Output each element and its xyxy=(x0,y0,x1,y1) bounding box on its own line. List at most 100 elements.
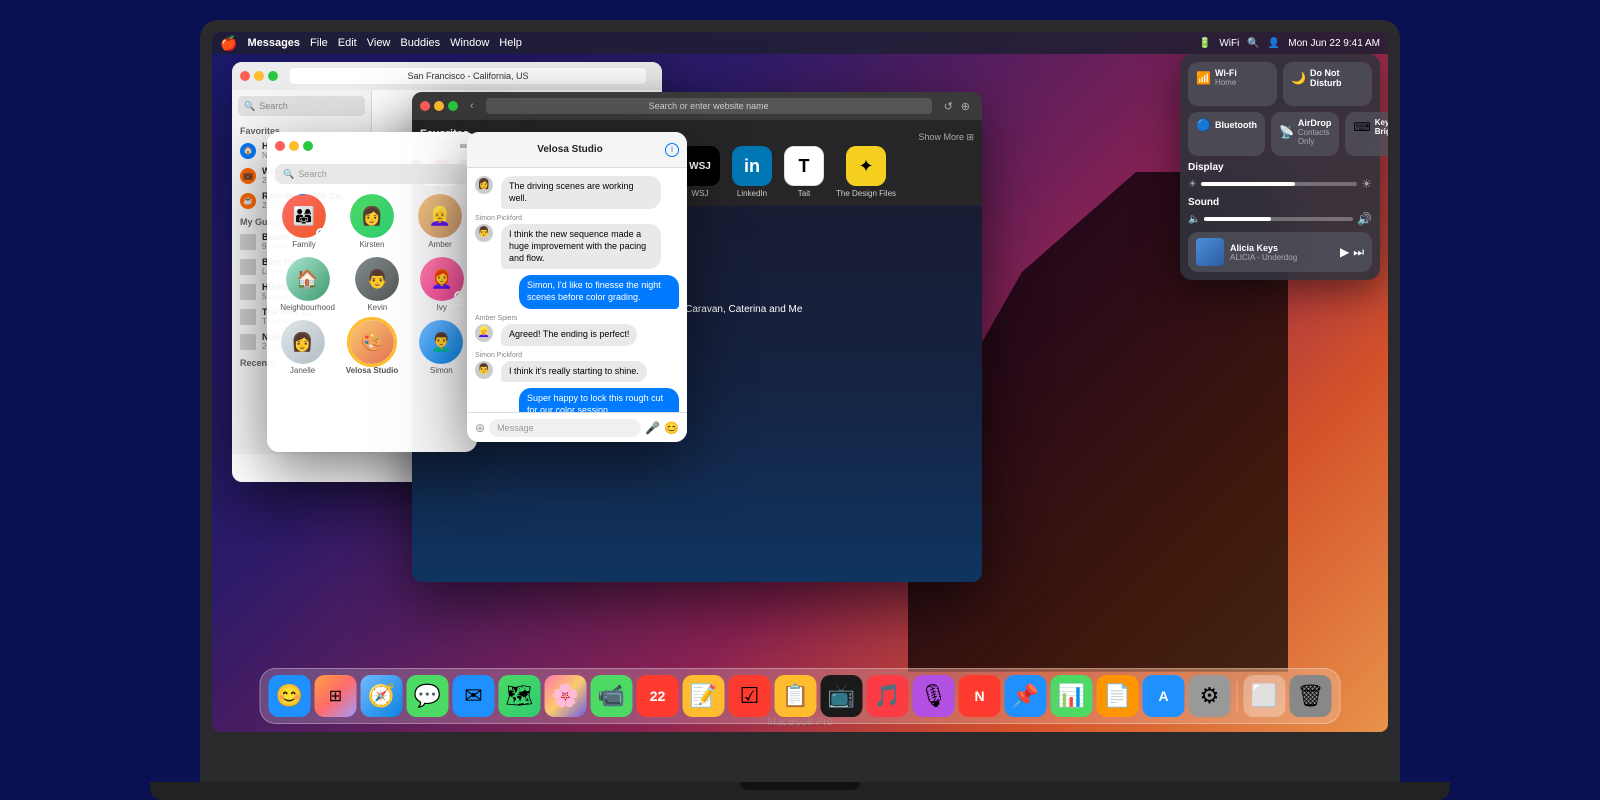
volume-high-icon: 🔊 xyxy=(1357,212,1372,226)
dock-music[interactable]: 🎵 xyxy=(867,675,909,717)
chat-message: Amber Spiers 👱‍♀️ Agreed! The ending is … xyxy=(475,315,679,346)
home-location-icon: 🏠 xyxy=(240,143,256,159)
dock-launchpad[interactable]: ⊞ xyxy=(315,675,357,717)
dock-notes[interactable]: 📋 xyxy=(775,675,817,717)
maps-search-input[interactable]: 🔍 Search xyxy=(238,96,365,116)
next-track-button[interactable]: ⏭ xyxy=(1353,245,1364,260)
sound-section-title: Sound xyxy=(1188,197,1372,208)
chat-info-button[interactable]: i xyxy=(665,143,679,157)
close-button[interactable] xyxy=(240,71,250,81)
dock-app-store[interactable]: A xyxy=(1143,675,1185,717)
dock-appletv[interactable]: 📺 xyxy=(821,675,863,717)
menu-bar: 🍎 Messages File Edit View Buddies Window… xyxy=(212,32,1388,54)
search-icon: 🔍 xyxy=(244,101,255,112)
fav-tait[interactable]: T Tait xyxy=(784,146,824,198)
dock-facetime[interactable]: 📹 xyxy=(591,675,633,717)
bluetooth-tile[interactable]: 🔵 Bluetooth xyxy=(1188,112,1265,156)
message-bubble: Simon, I'd like to finesse the night sce… xyxy=(519,275,679,308)
wifi-tile[interactable]: 📶 Wi-Fi Home xyxy=(1188,62,1277,106)
avatar-amber[interactable]: 👱‍♀️ Amber xyxy=(418,194,462,249)
minimize-button[interactable] xyxy=(254,71,264,81)
brightness-slider[interactable] xyxy=(1201,182,1357,186)
share-icon[interactable]: ⊕ xyxy=(961,100,970,113)
screen: 🍎 Messages File Edit View Buddies Window… xyxy=(212,32,1388,732)
dock-shortcuts[interactable]: 📌 xyxy=(1005,675,1047,717)
dock-photos[interactable]: 🌸 xyxy=(545,675,587,717)
view-menu[interactable]: View xyxy=(367,37,391,49)
dock-safari[interactable]: 🧭 xyxy=(361,675,403,717)
file-menu[interactable]: File xyxy=(310,37,328,49)
window-menu[interactable]: Window xyxy=(450,37,489,49)
messages-contacts-panel: ✏ 🔍 Search 👨‍👩‍👧 Home! xyxy=(267,132,477,452)
keyboard-brightness-tile[interactable]: ⌨ Keyboard Brightness xyxy=(1345,112,1388,156)
dock-finder[interactable]: 😊 xyxy=(269,675,311,717)
dock-pages[interactable]: 📄 xyxy=(1097,675,1139,717)
message-bubble: I think it's really starting to shine. xyxy=(501,361,647,383)
buddies-menu[interactable]: Buddies xyxy=(400,37,440,49)
maps-url-bar[interactable]: San Francisco - California, US xyxy=(290,68,646,84)
apple-logo-icon[interactable]: 🍎 xyxy=(220,35,237,52)
dock-podcasts[interactable]: 🎙 xyxy=(913,675,955,717)
avatar-ivy[interactable]: 👩‍🦰 ♥ Ivy xyxy=(420,257,464,312)
browser-minimize-button[interactable] xyxy=(434,101,444,111)
avatar-simon[interactable]: 👨‍🦱 Simon xyxy=(419,320,463,375)
fav-linkedin[interactable]: in LinkedIn xyxy=(732,146,772,198)
chat-messages-list: 👩 The driving scenes are working well. S… xyxy=(467,168,687,412)
app-name-menu[interactable]: Messages xyxy=(247,37,300,49)
dock-system-prefs[interactable]: ⚙ xyxy=(1189,675,1231,717)
dock-messages[interactable]: 💬 xyxy=(407,675,449,717)
apps-icon[interactable]: ⊕ xyxy=(475,421,485,435)
avatar-neighbourhood[interactable]: 🏠 Neighbourhood xyxy=(280,257,335,312)
fav-design-files[interactable]: ✦ The Design Files xyxy=(836,146,896,198)
play-button[interactable]: ▶ xyxy=(1340,245,1349,260)
reload-icon[interactable]: ↺ xyxy=(944,100,953,113)
messages-contacts-titlebar: ✏ xyxy=(267,132,477,160)
message-input[interactable]: Message xyxy=(489,419,641,437)
back-icon[interactable]: ‹ xyxy=(470,100,474,112)
dock-stickies[interactable]: 📝 xyxy=(683,675,725,717)
avatar-kirsten[interactable]: 👩 Kirsten xyxy=(350,194,394,249)
brightness-low-icon: ☀ xyxy=(1188,179,1197,190)
datetime-display: Mon Jun 22 9:41 AM xyxy=(1288,38,1380,49)
edit-menu[interactable]: Edit xyxy=(338,37,357,49)
avatar-family[interactable]: 👨‍👩‍👧 Home! Family xyxy=(282,194,326,249)
dock-desktop[interactable]: ⬜ xyxy=(1244,675,1286,717)
dock-calendar[interactable]: 22 xyxy=(637,675,679,717)
dock-maps[interactable]: 🗺 xyxy=(499,675,541,717)
dock-news[interactable]: N xyxy=(959,675,1001,717)
help-menu[interactable]: Help xyxy=(499,37,522,49)
user-icon[interactable]: 👤 xyxy=(1268,38,1280,49)
search-icon[interactable]: 🔍 xyxy=(1247,38,1259,49)
volume-slider[interactable] xyxy=(1204,217,1353,221)
messages-search-input[interactable]: 🔍 Search xyxy=(275,164,469,184)
msg-maximize-button[interactable] xyxy=(303,141,313,151)
chat-message: Super happy to lock this rough cut for o… xyxy=(475,388,679,412)
moon-icon: 🌙 xyxy=(1291,71,1306,85)
dock-reminders[interactable]: ☑ xyxy=(729,675,771,717)
browser-close-button[interactable] xyxy=(420,101,430,111)
emoji-icon[interactable]: 😊 xyxy=(664,421,679,435)
dock-numbers[interactable]: 📊 xyxy=(1051,675,1093,717)
dock-trash[interactable]: 🗑 xyxy=(1290,675,1332,717)
browser-titlebar: ‹ Search or enter website name ↺ ⊕ xyxy=(412,92,982,120)
avatar-janelle[interactable]: 👩 Janelle xyxy=(281,320,325,375)
do-not-disturb-tile[interactable]: 🌙 Do Not Disturb xyxy=(1283,62,1372,106)
volume-low-icon: 🔈 xyxy=(1188,214,1200,225)
browser-maximize-button[interactable] xyxy=(448,101,458,111)
browser-url-bar[interactable]: Search or enter website name xyxy=(486,98,932,114)
dock-mail[interactable]: ✉ xyxy=(453,675,495,717)
album-art xyxy=(1196,238,1224,266)
msg-close-button[interactable] xyxy=(275,141,285,151)
airdrop-tile[interactable]: 📡 AirDrop Contacts Only xyxy=(1271,112,1339,156)
wifi-status-icon: WiFi xyxy=(1219,38,1239,49)
avatar-velosa-studio[interactable]: 🎨 Velosa Studio xyxy=(346,320,398,375)
msg-minimize-button[interactable] xyxy=(289,141,299,151)
maximize-button[interactable] xyxy=(268,71,278,81)
contact-avatars-grid: 👨‍👩‍👧 Home! Family 👩 xyxy=(267,188,477,389)
show-more-button[interactable]: Show More ⊞ xyxy=(918,132,974,143)
avatar-kevin[interactable]: 👨 Kevin xyxy=(355,257,399,312)
bluetooth-icon: 🔵 xyxy=(1196,118,1211,132)
battery-icon: 🔋 xyxy=(1199,38,1211,49)
audio-icon[interactable]: 🎤 xyxy=(645,421,660,435)
track-artist: ALICIA - Underdog xyxy=(1230,253,1334,262)
